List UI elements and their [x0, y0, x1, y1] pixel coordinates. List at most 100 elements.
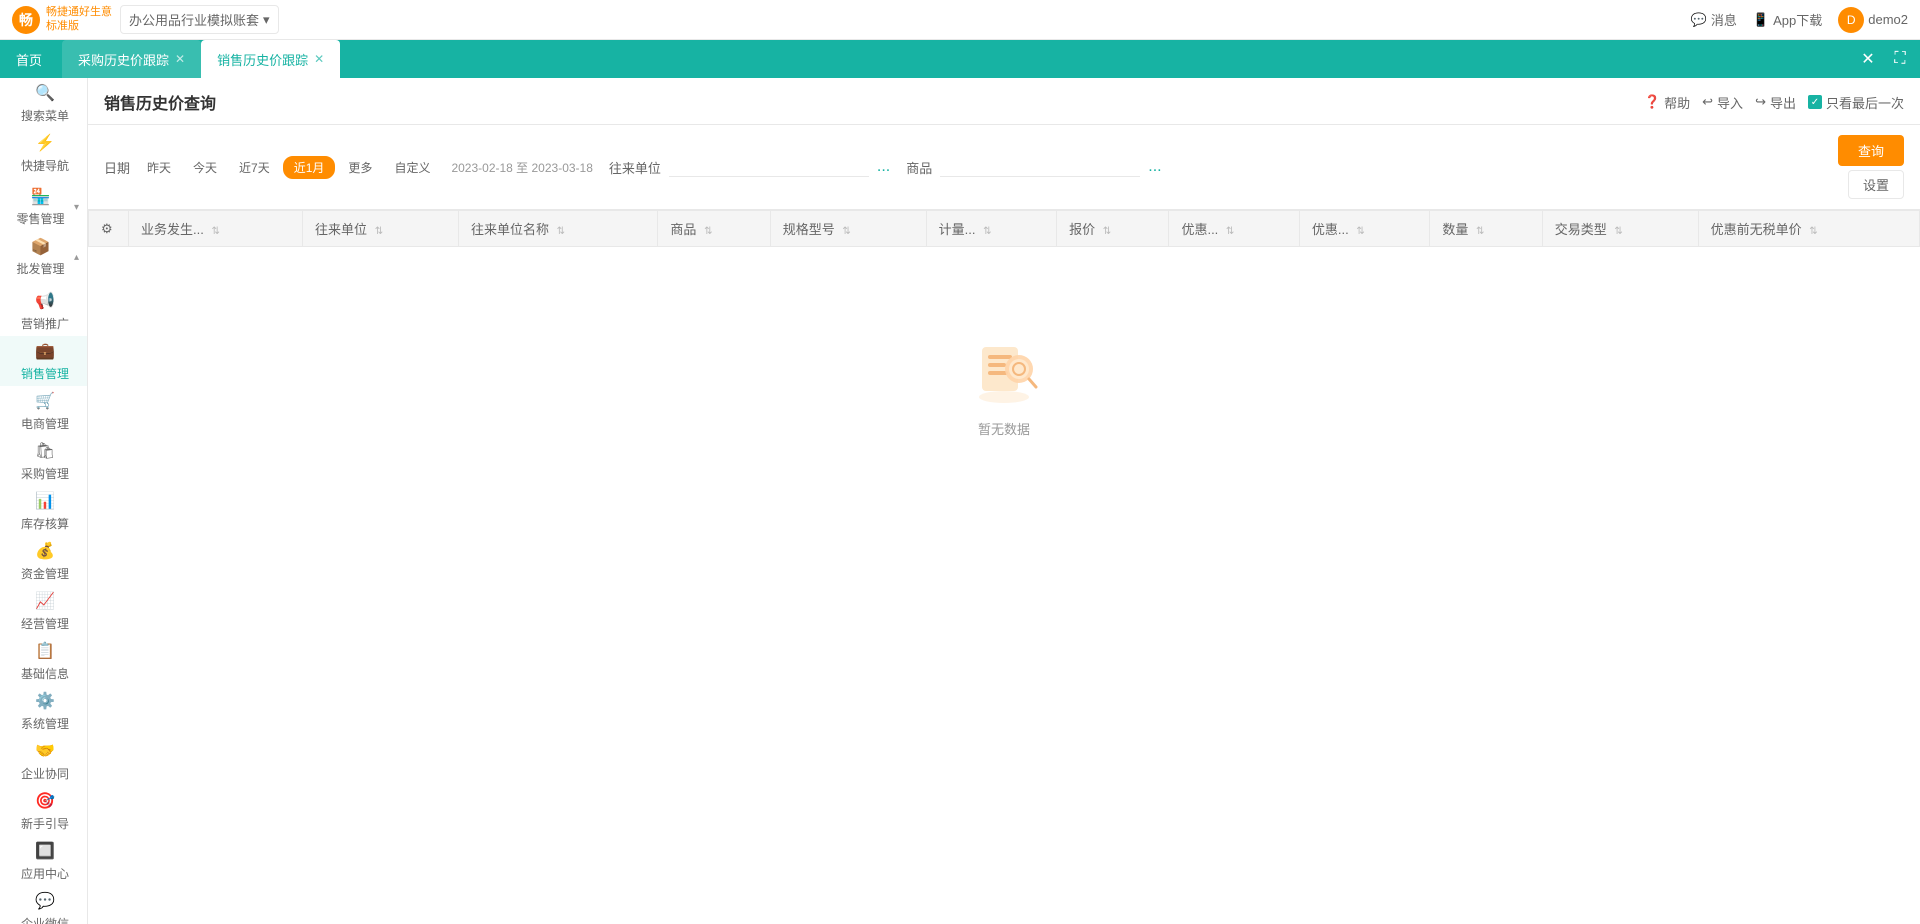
operations-icon: 📈 [35, 591, 55, 611]
th-partner-name[interactable]: 往来单位名称 ⇅ [458, 211, 657, 247]
export-icon: ↪ [1755, 94, 1766, 110]
date-buttons: 昨天 今天 近7天 近1月 更多 自定义 [138, 156, 439, 179]
sort-icon: ⇅ [1356, 226, 1364, 237]
sidebar-item-app-center[interactable]: 🔲 应用中心 [0, 836, 87, 886]
tab-purchase-history-close[interactable]: ✕ [175, 52, 185, 66]
date-btn-last1m[interactable]: 近1月 [283, 156, 336, 179]
checkbox-icon: ✓ [1808, 95, 1822, 109]
chevron-down-icon: ▾ [74, 202, 79, 213]
th-spec[interactable]: 规格型号 ⇅ [770, 211, 926, 247]
date-btn-custom[interactable]: 自定义 [385, 156, 439, 179]
help-button[interactable]: ❓ 帮助 [1644, 93, 1690, 112]
sales-icon: 💼 [35, 341, 55, 361]
partner-input[interactable] [669, 157, 869, 177]
sidebar-item-enterprise-collab[interactable]: 🤝 企业协同 [0, 736, 87, 786]
th-unit[interactable]: 计量... ⇅ [926, 211, 1056, 247]
date-btn-today[interactable]: 今天 [184, 156, 226, 179]
maximize-window-button[interactable]: ⛶ [1888, 47, 1912, 71]
product-filter-group: 商品 ... [906, 157, 1161, 177]
sidebar-item-inventory[interactable]: 📊 库存核算 [0, 486, 87, 536]
partner-picker-button[interactable]: ... [877, 158, 890, 176]
chevron-down-icon: ▾ [263, 12, 270, 28]
sidebar: 🔍 搜索菜单 ⚡ 快捷导航 🏪 零售管理 ▾ 📦 批发管理 ▴ 📢 营销推广 [0, 78, 88, 924]
sort-icon: ⇅ [983, 226, 991, 237]
th-pre-tax-price[interactable]: 优惠前无税单价 ⇅ [1698, 211, 1919, 247]
page-title: 销售历史价查询 [104, 90, 216, 114]
sidebar-item-search-menu[interactable]: 🔍 搜索菜单 [0, 78, 87, 128]
page-header: 销售历史价查询 ❓ 帮助 ↩ 导入 ↪ 导出 ✓ [88, 78, 1920, 125]
tab-purchase-history[interactable]: 采购历史价跟踪 ✕ [62, 40, 201, 78]
th-product[interactable]: 商品 ⇅ [658, 211, 770, 247]
app-selector[interactable]: 办公用品行业模拟账套 ▾ [120, 5, 279, 34]
search-icon: 🔍 [35, 83, 55, 103]
chevron-up-icon: ▴ [74, 252, 79, 263]
message-icon: 💬 [1691, 12, 1707, 28]
export-button[interactable]: ↪ 导出 [1755, 93, 1796, 112]
sidebar-item-basic-info[interactable]: 📋 基础信息 [0, 636, 87, 686]
table-wrapper: ⚙ 业务发生... ⇅ 往来单位 ⇅ 往来单位名称 ⇅ [88, 210, 1920, 924]
product-input[interactable] [940, 157, 1140, 177]
th-discount1[interactable]: 优惠... ⇅ [1169, 211, 1299, 247]
logo-icon: 畅 [12, 6, 40, 34]
ecommerce-icon: 🛒 [35, 391, 55, 411]
empty-state: 暂无数据 [88, 247, 1920, 518]
sidebar-item-new-guide[interactable]: 🎯 新手引导 [0, 786, 87, 836]
sort-icon: ⇅ [1226, 226, 1234, 237]
sidebar-item-quick-nav[interactable]: ⚡ 快捷导航 [0, 128, 87, 178]
date-label: 日期 [104, 158, 130, 177]
tab-bar-right: ✕ ⛶ [1856, 47, 1920, 71]
date-btn-more[interactable]: 更多 [339, 156, 381, 179]
import-button[interactable]: ↩ 导入 [1702, 93, 1743, 112]
sort-icon: ⇅ [375, 226, 383, 237]
wholesale-icon: 📦 [31, 237, 51, 257]
tab-sales-history-close[interactable]: ✕ [314, 52, 324, 66]
import-icon: ↩ [1702, 94, 1713, 110]
th-biz-date[interactable]: 业务发生... ⇅ [129, 211, 303, 247]
sidebar-item-retail-mgmt[interactable]: 🏪 零售管理 ▾ [0, 182, 87, 232]
lightning-icon: ⚡ [35, 133, 55, 153]
app-download-button[interactable]: 📱 App下载 [1753, 10, 1822, 29]
th-partner-code[interactable]: 往来单位 ⇅ [303, 211, 459, 247]
content-area: 销售历史价查询 ❓ 帮助 ↩ 导入 ↪ 导出 ✓ [88, 78, 1920, 924]
sidebar-item-ecommerce-mgmt[interactable]: 🛒 电商管理 [0, 386, 87, 436]
product-picker-button[interactable]: ... [1148, 158, 1161, 176]
empty-text: 暂无数据 [978, 419, 1030, 438]
sidebar-item-operations-mgmt[interactable]: 📈 经营管理 [0, 586, 87, 636]
message-button[interactable]: 💬 消息 [1691, 10, 1737, 29]
close-window-button[interactable]: ✕ [1856, 47, 1880, 71]
purchase-icon: 🛍 [35, 441, 55, 461]
tab-home[interactable]: 首页 [0, 40, 58, 78]
collab-icon: 🤝 [35, 741, 55, 761]
only-last-checkbox[interactable]: ✓ 只看最后一次 [1808, 93, 1904, 112]
settings-button[interactable]: 设置 [1848, 170, 1904, 199]
page-title-row: 销售历史价查询 ❓ 帮助 ↩ 导入 ↪ 导出 ✓ [104, 90, 1904, 114]
th-quoted-price[interactable]: 报价 ⇅ [1057, 211, 1169, 247]
sidebar-item-enterprise-wechat[interactable]: 💬 企业微信 [0, 886, 87, 924]
empty-icon [964, 327, 1044, 407]
date-btn-last7[interactable]: 近7天 [230, 156, 279, 179]
th-trade-type[interactable]: 交易类型 ⇅ [1542, 211, 1698, 247]
app-center-icon: 🔲 [35, 841, 55, 861]
sidebar-item-wholesale-mgmt[interactable]: 📦 批发管理 ▴ [0, 232, 87, 282]
date-range-display: 2023-02-18 至 2023-03-18 [451, 159, 592, 176]
filter-bar: 日期 昨天 今天 近7天 近1月 更多 自定义 2023-02-18 至 202… [88, 125, 1920, 210]
sidebar-item-system-mgmt[interactable]: ⚙️ 系统管理 [0, 686, 87, 736]
query-button[interactable]: 查询 [1838, 135, 1904, 166]
table-header-row: ⚙ 业务发生... ⇅ 往来单位 ⇅ 往来单位名称 ⇅ [89, 211, 1920, 247]
basic-info-icon: 📋 [35, 641, 55, 661]
th-discount2[interactable]: 优惠... ⇅ [1299, 211, 1429, 247]
top-bar-right: 💬 消息 📱 App下载 D demo2 [1691, 7, 1908, 33]
tab-sales-history[interactable]: 销售历史价跟踪 ✕ [201, 40, 340, 78]
th-settings[interactable]: ⚙ [89, 211, 129, 247]
main-layout: 🔍 搜索菜单 ⚡ 快捷导航 🏪 零售管理 ▾ 📦 批发管理 ▴ 📢 营销推广 [0, 78, 1920, 924]
sidebar-item-purchase-mgmt[interactable]: 🛍 采购管理 [0, 436, 87, 486]
th-quantity[interactable]: 数量 ⇅ [1430, 211, 1542, 247]
user-profile[interactable]: D demo2 [1838, 7, 1908, 33]
settings-icon[interactable]: ⚙ [101, 221, 113, 236]
sidebar-item-marketing[interactable]: 📢 营销推广 [0, 286, 87, 336]
sidebar-item-finance-mgmt[interactable]: 💰 资金管理 [0, 536, 87, 586]
sort-icon: ⇅ [1476, 226, 1484, 237]
date-btn-yesterday[interactable]: 昨天 [138, 156, 180, 179]
partner-label: 往来单位 [609, 158, 661, 177]
sidebar-item-sales-mgmt[interactable]: 💼 销售管理 [0, 336, 87, 386]
